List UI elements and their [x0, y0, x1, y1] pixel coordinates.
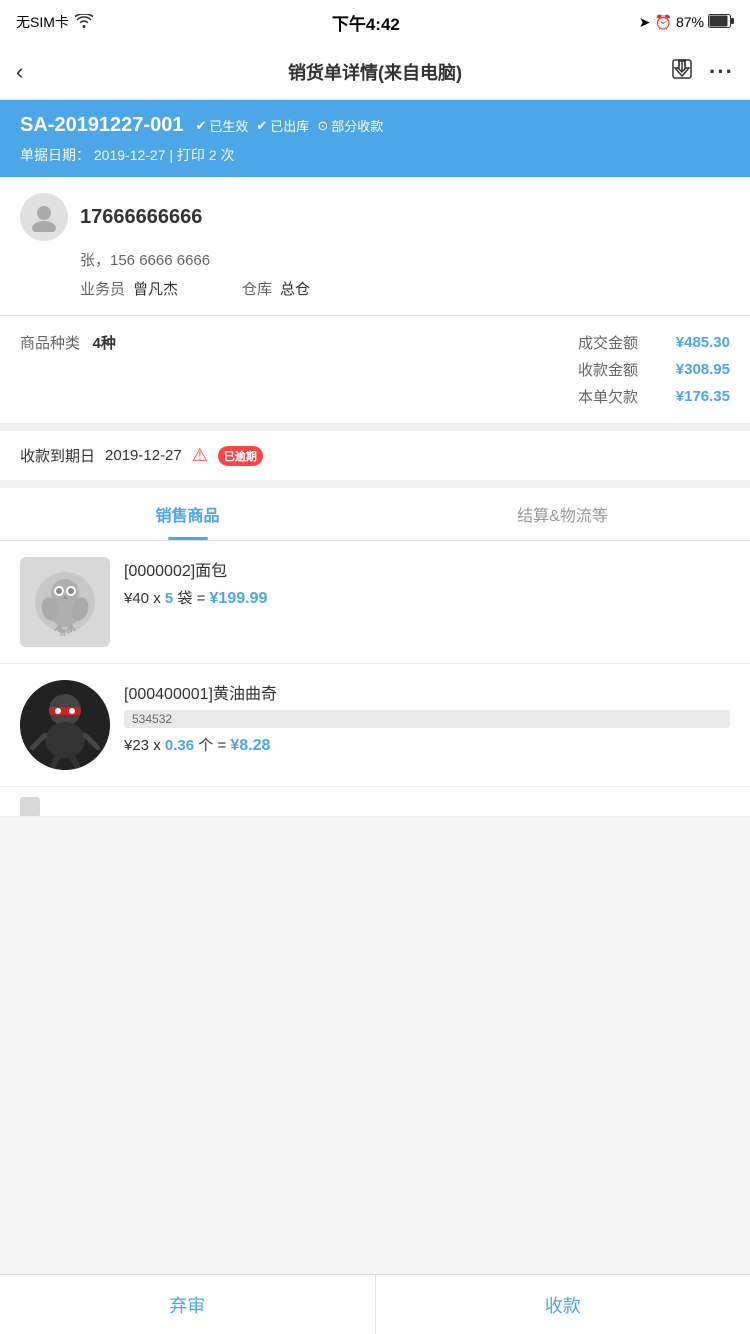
product-price-1: ¥40 x 5 袋 = ¥199.99: [124, 587, 730, 608]
product-item-2: [000400001]黄油曲奇 534532 ¥23 x 0.36 个 = ¥8…: [0, 664, 750, 787]
avatar: [20, 193, 68, 241]
clock-icon: ⊙: [317, 118, 328, 134]
summary-left: 商品种类 4种: [20, 332, 116, 353]
amount-value: ¥485.30: [650, 334, 730, 351]
customer-top: 17666666666: [20, 193, 730, 241]
wifi-icon: [75, 14, 93, 31]
customer-meta: 业务员 曾凡杰 仓库 总仓: [20, 278, 730, 299]
salesperson-value: 曾凡杰: [133, 278, 178, 299]
summary-section: 商品种类 4种 成交金额 ¥485.30 收款金额 ¥308.95 本单欠款 ¥…: [0, 316, 750, 431]
product-qty-1: 5: [165, 590, 173, 607]
product-count: 4种: [93, 335, 116, 352]
product-item-1: 鲸+ [0000002]面包 ¥40 x 5 袋 = ¥199.99: [0, 541, 750, 664]
cancel-button[interactable]: 弃审: [0, 1275, 376, 1334]
product-info-2: [000400001]黄油曲奇 534532 ¥23 x 0.36 个 = ¥8…: [124, 680, 730, 755]
summary-right: 成交金额 ¥485.30 收款金额 ¥308.95 本单欠款 ¥176.35: [578, 332, 730, 407]
status-bar: 无SIM卡 下午4:42 ➤ ⏰ 87%: [0, 0, 750, 44]
received-value: ¥308.95: [650, 361, 730, 378]
nav-bar: ‹ 销货单详情(来自电脑) ···: [0, 44, 750, 100]
bottom-bar: 弃审 收款: [0, 1274, 750, 1334]
banner-date: 单据日期： 2019-12-27 | 打印 2 次: [20, 145, 730, 165]
customer-name: 17666666666: [80, 206, 202, 229]
alarm-icon: ⏰: [655, 14, 672, 31]
owed-row: 本单欠款 ¥176.35: [578, 386, 730, 407]
location-icon: ➤: [639, 14, 651, 31]
overdue-badge: 已逾期: [218, 446, 263, 466]
product-image-1: 鲸+: [20, 557, 110, 647]
status-partial-payment: ⊙ 部分收款: [317, 116, 383, 135]
status-time: 下午4:42: [332, 10, 400, 35]
tab-sales-products[interactable]: 销售商品: [0, 488, 375, 540]
status-left: 无SIM卡: [16, 12, 93, 32]
product-total-2: ¥8.28: [230, 737, 270, 754]
status-right: ➤ ⏰ 87%: [639, 14, 734, 31]
product-image-2: [20, 680, 110, 770]
overdue-label: 收款到期日: [20, 445, 95, 466]
nav-right: ···: [671, 58, 734, 86]
product-image-3: [20, 797, 40, 817]
overdue-section: 收款到期日 2019-12-27 ⚠ 已逾期: [0, 431, 750, 488]
product-name-1: [0000002]面包: [124, 557, 730, 581]
product-list: 鲸+ [0000002]面包 ¥40 x 5 袋 = ¥199.99: [0, 541, 750, 817]
order-id: SA-20191227-001: [20, 114, 183, 137]
check-icon-2: ✔: [256, 118, 267, 134]
carrier-text: 无SIM卡: [16, 12, 69, 32]
share-icon[interactable]: [671, 58, 693, 86]
battery-icon: [708, 14, 734, 31]
received-row: 收款金额 ¥308.95: [578, 359, 730, 380]
tabs-section: 销售商品 结算&物流等: [0, 488, 750, 541]
product-price-2: ¥23 x 0.36 个 = ¥8.28: [124, 734, 730, 755]
tab-settlement[interactable]: 结算&物流等: [375, 488, 750, 540]
warehouse-value: 总仓: [280, 278, 310, 299]
owed-value: ¥176.35: [650, 388, 730, 405]
status-tags: ✔ 已生效 ✔ 已出库 ⊙ 部分收款: [195, 116, 383, 135]
product-item-3: [0, 787, 750, 817]
battery-text: 87%: [676, 14, 704, 30]
salesperson-label: 业务员: [80, 278, 125, 299]
customer-contact: 张，156 6666 6666: [20, 249, 730, 270]
overdue-icon: ⚠: [192, 445, 208, 466]
product-info-1: [0000002]面包 ¥40 x 5 袋 = ¥199.99: [124, 557, 730, 608]
nav-title: 销货单详情(来自电脑): [288, 59, 462, 85]
product-sku-2: 534532: [124, 710, 730, 728]
header-banner: SA-20191227-001 ✔ 已生效 ✔ 已出库 ⊙ 部分收款 单据日期：…: [0, 100, 750, 177]
customer-section: 17666666666 张，156 6666 6666 业务员 曾凡杰 仓库 总…: [0, 177, 750, 316]
status-effective: ✔ 已生效: [195, 116, 248, 135]
check-icon-1: ✔: [195, 118, 206, 134]
product-qty-2: 0.36: [165, 737, 194, 754]
confirm-button[interactable]: 收款: [376, 1275, 750, 1334]
amount-row: 成交金额 ¥485.30: [578, 332, 730, 353]
overdue-date: 2019-12-27: [105, 447, 182, 464]
product-name-2: [000400001]黄油曲奇: [124, 680, 730, 704]
svg-text:鲸+: 鲸+: [59, 628, 70, 637]
warehouse-label: 仓库: [242, 278, 272, 299]
status-shipped: ✔ 已出库: [256, 116, 309, 135]
back-button[interactable]: ‹: [8, 51, 31, 93]
product-total-1: ¥199.99: [210, 590, 268, 607]
more-icon[interactable]: ···: [709, 59, 734, 85]
